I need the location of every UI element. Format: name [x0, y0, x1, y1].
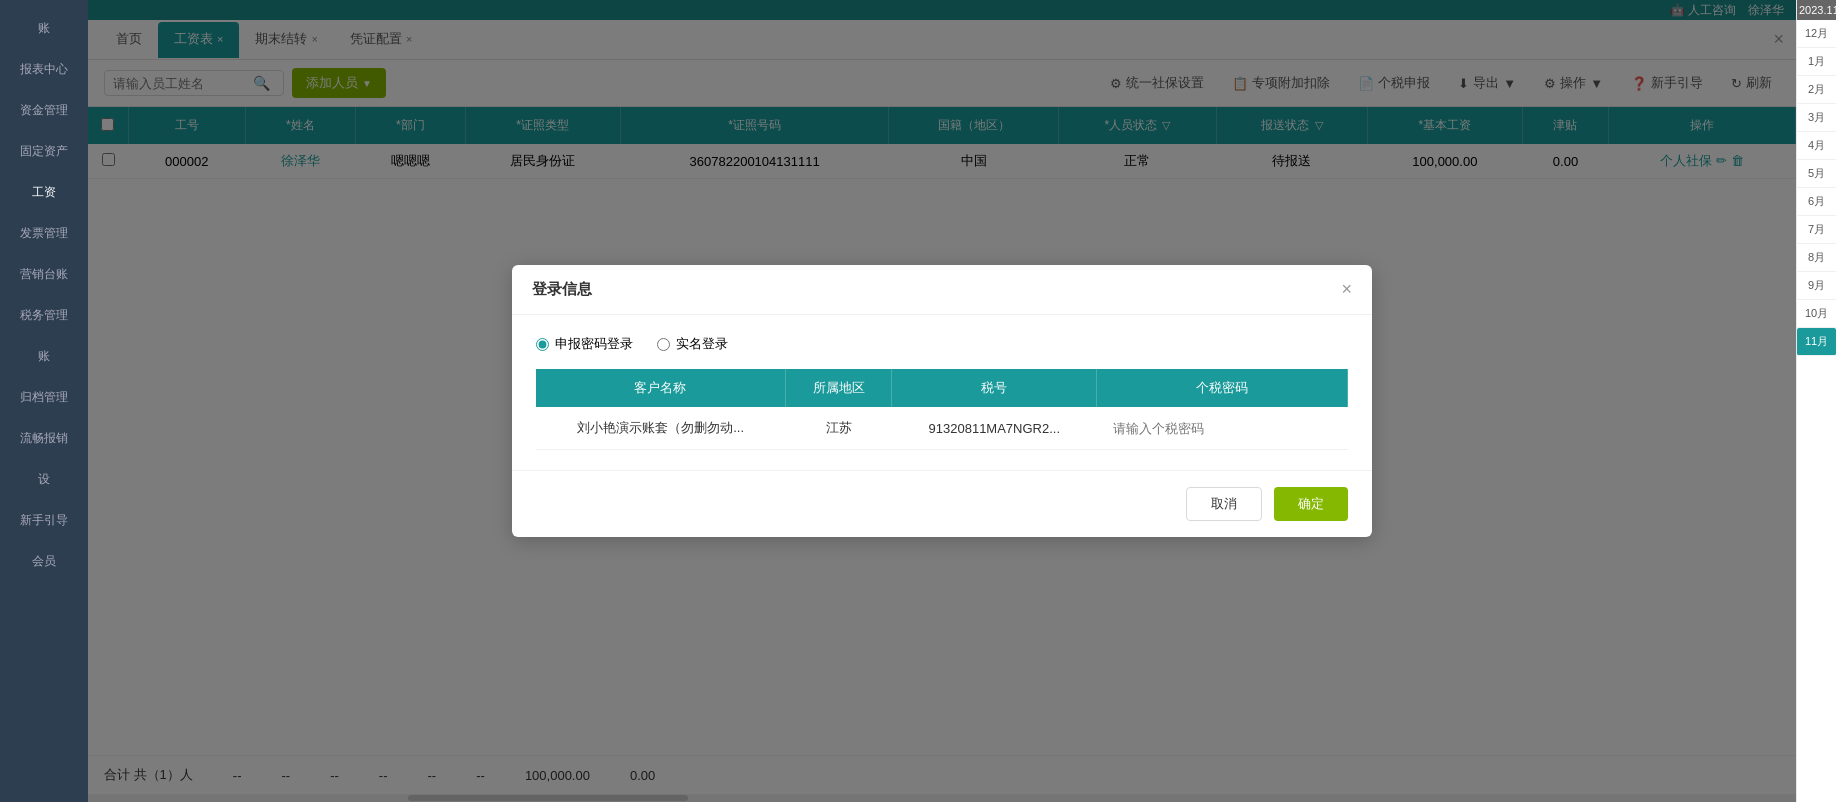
calendar-apr[interactable]: 4月	[1797, 132, 1836, 160]
sidebar-item-salary[interactable]: 工资	[0, 172, 88, 213]
sidebar-item-fund[interactable]: 资金管理	[0, 90, 88, 131]
radio-realname-login[interactable]: 实名登录	[657, 335, 728, 353]
dialog-col-name: 客户名称	[536, 369, 785, 407]
dialog-col-password: 个税密码	[1097, 369, 1348, 407]
sidebar-item-settings[interactable]: 设	[0, 459, 88, 500]
cancel-button[interactable]: 取消	[1186, 487, 1262, 521]
sidebar-item-report[interactable]: 报表中心	[0, 49, 88, 90]
dialog-overlay: 登录信息 × 申报密码登录 实名登录	[88, 0, 1796, 802]
calendar-jul[interactable]: 7月	[1797, 216, 1836, 244]
main-content: 🤖 人工咨询 徐泽华 首页 工资表 × 期末结转 × 凭证配置	[88, 0, 1796, 802]
dialog-cell-name: 刘小艳演示账套（勿删勿动...	[536, 407, 785, 450]
sidebar-item-guide[interactable]: 新手引导	[0, 500, 88, 541]
sidebar-item-member[interactable]: 会员	[0, 541, 88, 582]
dialog-body: 申报密码登录 实名登录 客户名称 所属地区 税号	[512, 315, 1372, 470]
sidebar-item-fixed-assets[interactable]: 固定资产	[0, 131, 88, 172]
calendar-year: 2023.11	[1797, 0, 1836, 20]
calendar-sep[interactable]: 9月	[1797, 272, 1836, 300]
dialog-table-row: 刘小艳演示账套（勿删勿动... 江苏 91320811MA7NGR2...	[536, 407, 1348, 450]
calendar-mar[interactable]: 3月	[1797, 104, 1836, 132]
dialog-footer: 取消 确定	[512, 470, 1372, 537]
calendar-feb[interactable]: 2月	[1797, 76, 1836, 104]
dialog-col-region: 所属地区	[785, 369, 892, 407]
dialog-table: 客户名称 所属地区 税号 个税密码 刘小艳演示账套（勿删勿动... 江苏 913…	[536, 369, 1348, 450]
dialog-cell-tax: 91320811MA7NGR2...	[892, 407, 1097, 450]
sidebar: 账 报表中心 资金管理 固定资产 工资 发票管理 营销台账 税务管理 账 归档管…	[0, 0, 88, 802]
sidebar-item-archive[interactable]: 归档管理	[0, 377, 88, 418]
calendar-dec[interactable]: 12月	[1797, 20, 1836, 48]
sidebar-item-tax[interactable]: 税务管理	[0, 295, 88, 336]
dialog-close-button[interactable]: ×	[1341, 279, 1352, 300]
sidebar-item-account2[interactable]: 账	[0, 336, 88, 377]
login-dialog: 登录信息 × 申报密码登录 实名登录	[512, 265, 1372, 537]
dialog-header: 登录信息 ×	[512, 265, 1372, 315]
dialog-cell-region: 江苏	[785, 407, 892, 450]
sidebar-item-expense[interactable]: 流畅报销	[0, 418, 88, 459]
sidebar-item-invoice[interactable]: 发票管理	[0, 213, 88, 254]
calendar-jan[interactable]: 1月	[1797, 48, 1836, 76]
confirm-button[interactable]: 确定	[1274, 487, 1348, 521]
dialog-cell-password[interactable]	[1097, 407, 1348, 450]
sidebar-item-account[interactable]: 账	[0, 8, 88, 49]
calendar-aug[interactable]: 8月	[1797, 244, 1836, 272]
password-input[interactable]	[1113, 421, 1332, 436]
calendar-sidebar: 2023.11 12月 1月 2月 3月 4月 5月 6月 7月 8月 9月 1…	[1796, 0, 1836, 802]
calendar-nov[interactable]: 11月	[1797, 328, 1836, 356]
calendar-jun[interactable]: 6月	[1797, 188, 1836, 216]
dialog-title: 登录信息	[532, 280, 592, 299]
dialog-col-tax: 税号	[892, 369, 1097, 407]
calendar-may[interactable]: 5月	[1797, 160, 1836, 188]
login-type-radio-group: 申报密码登录 实名登录	[536, 335, 1348, 353]
radio-password-login[interactable]: 申报密码登录	[536, 335, 633, 353]
calendar-oct[interactable]: 10月	[1797, 300, 1836, 328]
sidebar-item-sales[interactable]: 营销台账	[0, 254, 88, 295]
